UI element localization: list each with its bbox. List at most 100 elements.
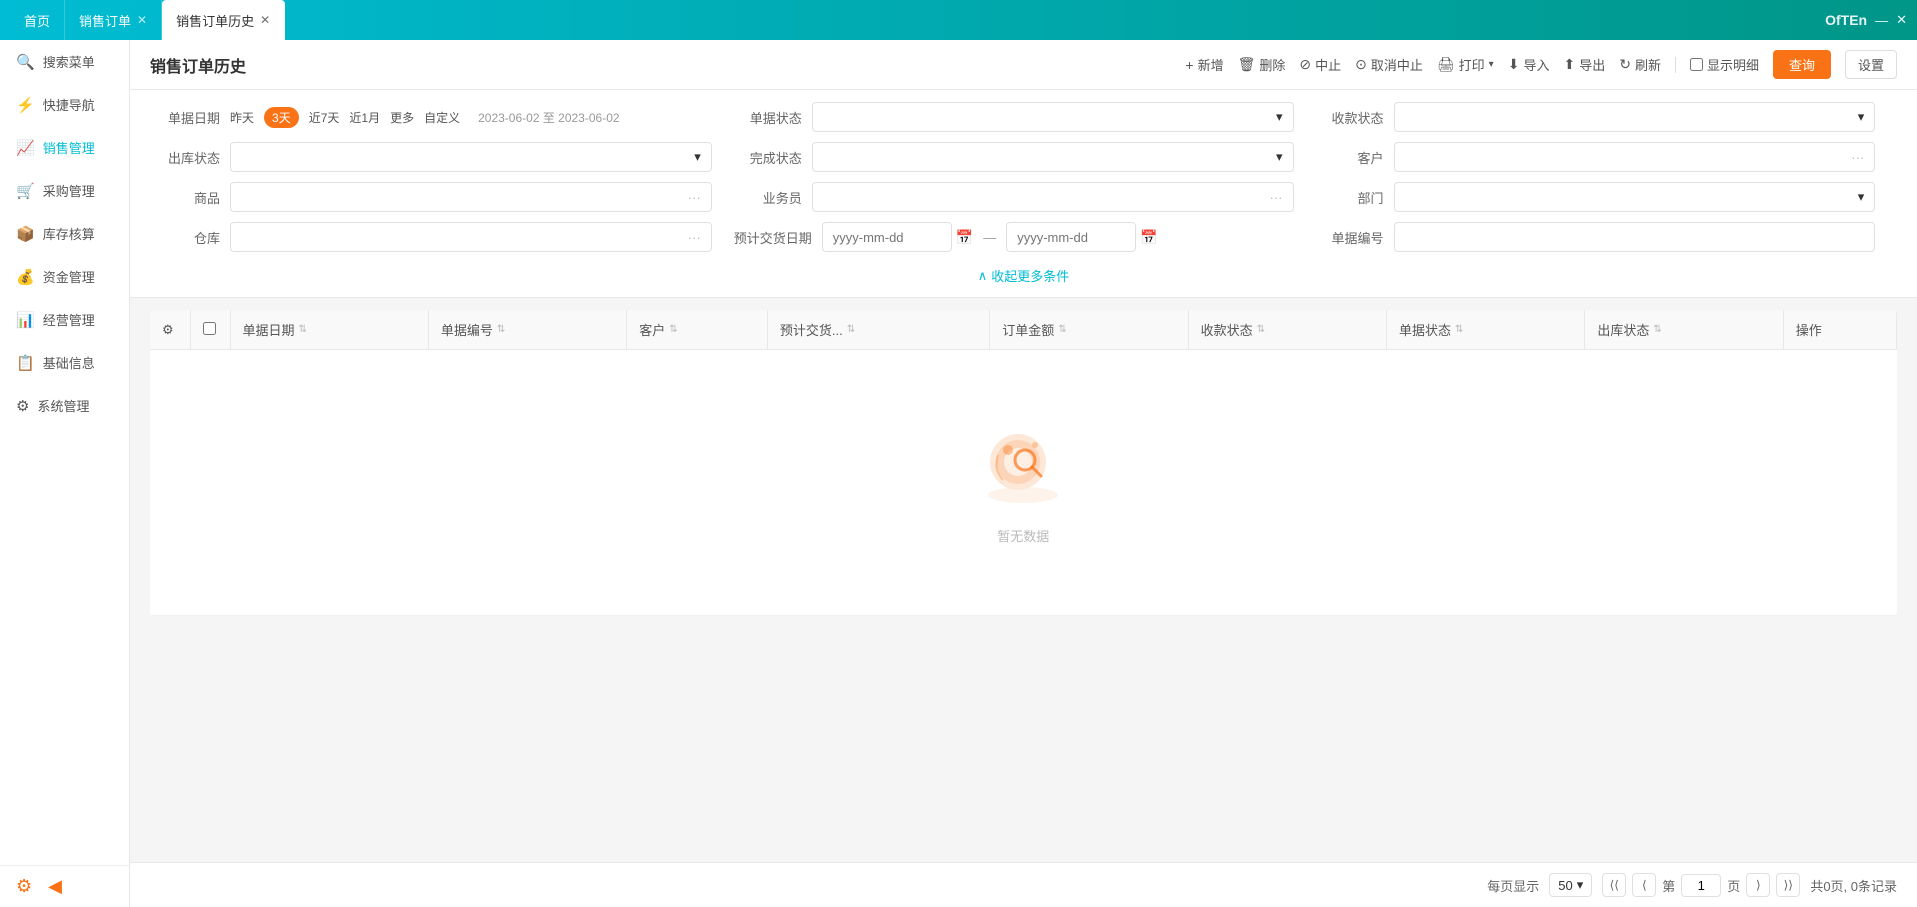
delivery-date-end[interactable] <box>1006 222 1136 252</box>
order-status-arrow: ▾ <box>1276 109 1283 125</box>
delete-button[interactable]: 🗑 删除 <box>1238 55 1286 74</box>
warehouse-status-select[interactable]: ▾ <box>230 142 712 172</box>
show-columns-checkbox-label[interactable]: 显示明细 <box>1690 55 1759 74</box>
sidebar-item-system-label: 系统管理 <box>37 396 89 415</box>
customer-select[interactable]: ··· <box>1394 142 1876 172</box>
delivery-date-start[interactable] <box>822 222 952 252</box>
page-header: 销售订单历史 + 新增 🗑 删除 ⊘ 中止 ⊙ 取消中止 <box>130 40 1917 90</box>
date-more[interactable]: 更多 <box>390 109 414 126</box>
window-minimize[interactable]: — <box>1875 13 1888 28</box>
sidebar-item-search-menu-label: 搜索菜单 <box>43 52 95 71</box>
sidebar-item-finance[interactable]: 💰 资金管理 <box>0 255 129 298</box>
date-3days[interactable]: 3天 <box>264 107 299 128</box>
brand-text: OfTEn <box>1825 12 1867 28</box>
new-button[interactable]: + 新增 <box>1185 55 1223 74</box>
salesperson-select[interactable]: ··· <box>812 182 1294 212</box>
last-page-button[interactable]: ⟩⟩ <box>1776 873 1800 897</box>
date-1month[interactable]: 近1月 <box>349 109 380 126</box>
settings-button[interactable]: 设置 <box>1845 50 1897 79</box>
window-close[interactable]: ✕ <box>1896 12 1907 28</box>
warehouse-select[interactable]: ··· <box>230 222 712 252</box>
th-order-no[interactable]: 单据编号 ⇅ <box>428 310 626 350</box>
date-yesterday[interactable]: 昨天 <box>230 109 254 126</box>
th-date-label: 单据日期 <box>243 320 295 339</box>
complete-status-select[interactable]: ▾ <box>812 142 1294 172</box>
sort-date-icon: ⇅ <box>299 324 307 335</box>
th-warehouse-status[interactable]: 出库状态 ⇅ <box>1585 310 1783 350</box>
sidebar-item-operations[interactable]: 📊 经营管理 <box>0 298 129 341</box>
warehouse-dots[interactable]: ··· <box>688 230 701 245</box>
filter-delivery-date-col: 预计交货日期 📅 — 📅 <box>732 222 1314 252</box>
sidebar-item-finance-label: 资金管理 <box>43 267 95 286</box>
th-receipt-status[interactable]: 收款状态 ⇅ <box>1188 310 1386 350</box>
sort-order-no-icon: ⇅ <box>497 324 505 335</box>
sidebar-item-base-info[interactable]: 📋 基础信息 <box>0 341 129 384</box>
th-customer[interactable]: 客户 ⇅ <box>627 310 768 350</box>
per-page-select[interactable]: 50 ▾ <box>1549 873 1592 897</box>
th-order-status[interactable]: 单据状态 ⇅ <box>1387 310 1585 350</box>
th-settings[interactable]: ⚙ <box>150 310 190 350</box>
date-custom[interactable]: 自定义 <box>424 109 460 126</box>
sidebar-item-inventory[interactable]: 📦 库存核算 <box>0 212 129 255</box>
export-button[interactable]: ⬆ 导出 <box>1563 55 1605 74</box>
product-select[interactable]: ··· <box>230 182 712 212</box>
toolbar-divider <box>1675 57 1676 73</box>
first-page-button[interactable]: ⟨⟨ <box>1602 873 1626 897</box>
delete-label: 删除 <box>1259 55 1285 74</box>
delete-icon: 🗑 <box>1238 56 1256 73</box>
product-dots[interactable]: ··· <box>688 190 701 205</box>
page-number-input[interactable] <box>1681 874 1721 897</box>
import-icon: ⬇ <box>1508 56 1520 73</box>
refresh-icon: ↻ <box>1619 56 1631 73</box>
th-date[interactable]: 单据日期 ⇅ <box>230 310 428 350</box>
settings-gear-icon[interactable]: ⚙ <box>162 322 174 337</box>
cancel-stop-button[interactable]: ⊙ 取消中止 <box>1355 55 1423 74</box>
receipt-status-select[interactable]: ▾ <box>1394 102 1876 132</box>
date-7days[interactable]: 近7天 <box>309 109 340 126</box>
order-status-select[interactable]: ▾ <box>812 102 1294 132</box>
sidebar-item-search-menu[interactable]: 🔍 搜索菜单 <box>0 40 129 83</box>
th-checkbox[interactable] <box>190 310 230 350</box>
page-label: 第 <box>1662 876 1675 895</box>
collapse-row[interactable]: ∧ 收起更多条件 <box>150 262 1897 285</box>
purchase-icon: 🛒 <box>16 182 35 200</box>
next-page-button[interactable]: ⟩ <box>1746 873 1770 897</box>
sidebar-item-system[interactable]: ⚙ 系统管理 <box>0 384 129 427</box>
calendar-icon-start[interactable]: 📅 <box>956 229 973 246</box>
order-no-input[interactable] <box>1394 222 1876 252</box>
prev-page-button[interactable]: ⟨ <box>1632 873 1656 897</box>
th-amount[interactable]: 订单金额 ⇅ <box>990 310 1188 350</box>
filter-row-3: 商品 ··· 业务员 ··· 部门 <box>150 182 1897 212</box>
department-select[interactable]: ▾ <box>1394 182 1876 212</box>
th-delivery-date[interactable]: 预计交货... ⇅ <box>767 310 989 350</box>
sidebar-item-purchase[interactable]: 🛒 采购管理 <box>0 169 129 212</box>
calendar-icon-end[interactable]: 📅 <box>1140 229 1157 246</box>
tab-sales-order-label: 销售订单 <box>79 11 131 30</box>
tab-sales-order-history[interactable]: 销售订单历史 ✕ <box>162 0 285 40</box>
sidebar-collapse-icon[interactable]: ◀ <box>48 876 62 897</box>
receipt-status-arrow: ▾ <box>1858 109 1865 125</box>
sidebar-item-sales[interactable]: 📈 销售管理 <box>0 126 129 169</box>
operations-icon: 📊 <box>16 311 35 329</box>
show-columns-checkbox[interactable] <box>1690 58 1703 71</box>
sort-receipt-icon: ⇅ <box>1257 324 1265 335</box>
sidebar-settings-icon[interactable]: ⚙ <box>16 876 32 897</box>
stop-button[interactable]: ⊘ 中止 <box>1299 55 1341 74</box>
customer-dots[interactable]: ··· <box>1851 150 1864 165</box>
warehouse-status-arrow: ▾ <box>694 149 701 165</box>
print-button[interactable]: 🖨 打印 ▾ <box>1437 55 1494 74</box>
sidebar-item-quick-nav[interactable]: ⚡ 快捷导航 <box>0 83 129 126</box>
department-label: 部门 <box>1314 188 1394 207</box>
import-button[interactable]: ⬇ 导入 <box>1508 55 1550 74</box>
tab-sales-order-history-close[interactable]: ✕ <box>260 13 270 27</box>
refresh-button[interactable]: ↻ 刷新 <box>1619 55 1661 74</box>
page-title: 销售订单历史 <box>150 53 246 77</box>
tab-sales-order-close[interactable]: ✕ <box>137 13 147 27</box>
new-label: 新增 <box>1198 55 1224 74</box>
sort-warehouse-icon: ⇅ <box>1653 324 1661 335</box>
tab-sales-order[interactable]: 销售订单 ✕ <box>65 0 162 40</box>
salesperson-dots[interactable]: ··· <box>1270 190 1283 205</box>
query-button[interactable]: 查询 <box>1773 50 1831 79</box>
tab-home[interactable]: 首页 <box>10 0 65 40</box>
select-all-checkbox[interactable] <box>203 322 216 335</box>
